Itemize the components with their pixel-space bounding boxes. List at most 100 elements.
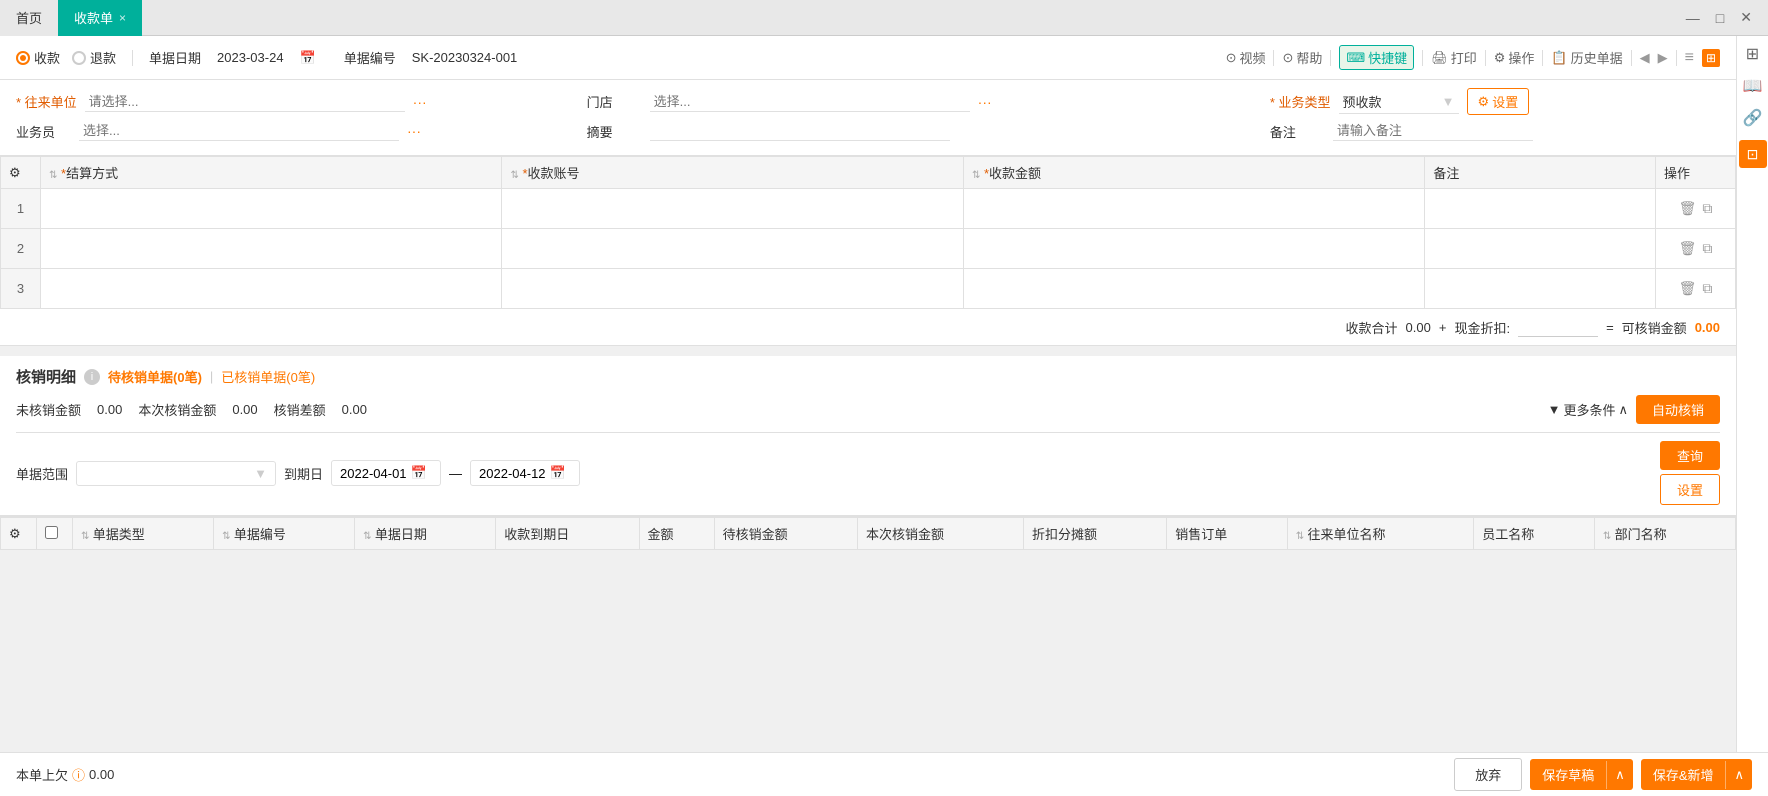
sidebar-link-icon[interactable]: 🔗	[1743, 108, 1763, 128]
save-draft-arrow-icon[interactable]: ∧	[1606, 761, 1633, 789]
cell-settlement-2[interactable]	[41, 229, 502, 269]
verify-section: 核销明细 i 待核销单据(0笔) | 已核销单据(0笔) 未核销金额 0.00 …	[0, 356, 1736, 516]
section-separator	[0, 346, 1736, 356]
table-row: 1 🗑 ⧉	[1, 189, 1736, 229]
help-btn[interactable]: ⊙ 帮助	[1282, 48, 1322, 67]
radio-dot-tuikuan	[72, 51, 86, 65]
settings-btn[interactable]: ⚙ 设置	[1467, 88, 1530, 115]
customer-input[interactable]	[85, 92, 405, 112]
customer-more-btn[interactable]: ···	[413, 94, 427, 110]
staff-more-btn[interactable]: ···	[407, 123, 421, 139]
tab-done-verify[interactable]: 已核销单据(0笔)	[221, 367, 315, 386]
prev-icon[interactable]: ◀	[1640, 50, 1650, 66]
copy-icon-1[interactable]: ⧉	[1702, 200, 1712, 217]
date-from-picker[interactable]: 2022-04-01 📅	[331, 460, 441, 486]
tab-current[interactable]: 收款单 ×	[58, 0, 142, 36]
shortcut-btn[interactable]: ⌨ 快捷键	[1339, 45, 1414, 70]
divider-4	[1422, 50, 1423, 66]
doc-type-radio-group: 收款 退款	[16, 48, 116, 67]
row-num-1: 1	[1, 189, 41, 229]
cell-settlement-1[interactable]	[41, 189, 502, 229]
divider-3	[1330, 50, 1331, 66]
verify-check-col[interactable]	[37, 518, 73, 550]
maximize-btn[interactable]: □	[1712, 10, 1728, 26]
radio-shouquan[interactable]: 收款	[16, 48, 60, 67]
gear-col-header[interactable]: ⚙	[1, 157, 41, 189]
verify-gear-col[interactable]: ⚙	[1, 518, 37, 550]
customer-section: * 往来单位 ···	[16, 92, 579, 112]
form-area: * 往来单位 ··· 门店 ··· * 业务类型 预收款 ▼ ⚙ 设置	[0, 80, 1736, 156]
divider-7	[1631, 50, 1632, 66]
col-action: 操作	[1656, 157, 1736, 189]
discount-input[interactable]	[1518, 317, 1598, 337]
cell-account-2[interactable]	[502, 229, 963, 269]
bottom-info-icon[interactable]: ⓘ	[72, 765, 85, 784]
cell-account-3[interactable]	[502, 269, 963, 309]
table-settings-btn[interactable]: 设置	[1660, 474, 1720, 505]
list-view-icon[interactable]: ≡	[1685, 49, 1694, 67]
cell-amount-1[interactable]	[963, 189, 1424, 229]
radio-tuikuan[interactable]: 退款	[72, 48, 116, 67]
verify-tabs: 待核销单据(0笔) | 已核销单据(0笔)	[108, 367, 315, 386]
sidebar-book-icon[interactable]: 📖	[1743, 76, 1763, 96]
cell-amount-2[interactable]	[963, 229, 1424, 269]
query-btn[interactable]: 查询	[1660, 441, 1720, 470]
calendar-icon[interactable]: 📅	[300, 50, 316, 66]
table-gear-icon[interactable]: ⚙	[9, 165, 21, 180]
help-icon: ⊙	[1282, 50, 1293, 66]
cell-account-1[interactable]	[502, 189, 963, 229]
date-to-picker[interactable]: 2022-04-12 📅	[470, 460, 580, 486]
save-draft-btn[interactable]: 保存草稿 ∧	[1530, 759, 1633, 790]
sidebar-active-icon[interactable]: ⊡	[1739, 140, 1767, 168]
close-btn[interactable]: ✕	[1736, 9, 1756, 26]
copy-icon-3[interactable]: ⧉	[1702, 280, 1712, 297]
business-type-select[interactable]: 预收款 ▼	[1339, 90, 1459, 114]
date-separator: —	[449, 466, 462, 481]
staff-input[interactable]	[79, 121, 399, 141]
divider-8	[1676, 50, 1677, 66]
minimize-btn[interactable]: —	[1682, 10, 1704, 26]
notes-input[interactable]	[1333, 121, 1533, 141]
auto-verify-btn[interactable]: 自动核销	[1636, 395, 1720, 424]
grid-view-icon[interactable]: ⊞	[1702, 49, 1720, 67]
chevron-icon: ∧	[1618, 402, 1628, 418]
video-btn[interactable]: ⊙ 视频	[1226, 48, 1266, 67]
tab-pending-verify[interactable]: 待核销单据(0笔)	[108, 367, 202, 386]
cell-settlement-3[interactable]	[41, 269, 502, 309]
verify-gear-icon[interactable]: ⚙	[9, 526, 21, 541]
tab-home[interactable]: 首页	[0, 0, 58, 36]
verify-check-all[interactable]	[45, 526, 58, 539]
verify-info-icon[interactable]: i	[84, 369, 100, 385]
save-new-btn[interactable]: 保存&新增 ∧	[1641, 759, 1752, 790]
chevron-down-icon: ▼	[1442, 94, 1455, 109]
sidebar-table-icon[interactable]: ⊞	[1746, 44, 1759, 64]
abandon-btn[interactable]: 放弃	[1454, 758, 1522, 791]
verify-title: 核销明细 i 待核销单据(0笔) | 已核销单据(0笔)	[16, 366, 1720, 387]
more-conditions-btn[interactable]: ▼ 更多条件 ∧	[1548, 400, 1628, 419]
copy-icon-2[interactable]: ⧉	[1702, 240, 1712, 257]
cell-notes-3[interactable]	[1425, 269, 1656, 309]
save-new-arrow-icon[interactable]: ∧	[1725, 761, 1752, 789]
verify-col-doc-type: ⇅ 单据类型	[73, 518, 214, 550]
tab-close-icon[interactable]: ×	[119, 11, 126, 25]
delete-icon-1[interactable]: 🗑	[1679, 200, 1697, 217]
operation-btn[interactable]: ⚙ 操作	[1494, 48, 1535, 67]
print-btn[interactable]: 🖨 打印	[1431, 48, 1477, 67]
cell-notes-2[interactable]	[1425, 229, 1656, 269]
store-section: 门店 ···	[587, 92, 1262, 112]
store-more-btn[interactable]: ···	[978, 94, 992, 110]
next-icon[interactable]: ▶	[1658, 50, 1668, 66]
summary-input[interactable]	[650, 121, 950, 141]
verify-col-doc-no: ⇅ 单据编号	[214, 518, 355, 550]
delete-icon-2[interactable]: 🗑	[1679, 240, 1697, 257]
delete-icon-3[interactable]: 🗑	[1679, 280, 1697, 297]
cell-amount-3[interactable]	[963, 269, 1424, 309]
range-select[interactable]: ▼	[76, 461, 276, 486]
divider-5	[1485, 50, 1486, 66]
cell-notes-1[interactable]	[1425, 189, 1656, 229]
history-btn[interactable]: 📋 历史单据	[1551, 48, 1622, 67]
store-input[interactable]	[650, 92, 970, 112]
verify-col-discount: 折扣分摊额	[1023, 518, 1166, 550]
video-icon: ⊙	[1226, 50, 1237, 66]
bottom-info: 本单上欠 ⓘ 0.00	[16, 765, 114, 784]
